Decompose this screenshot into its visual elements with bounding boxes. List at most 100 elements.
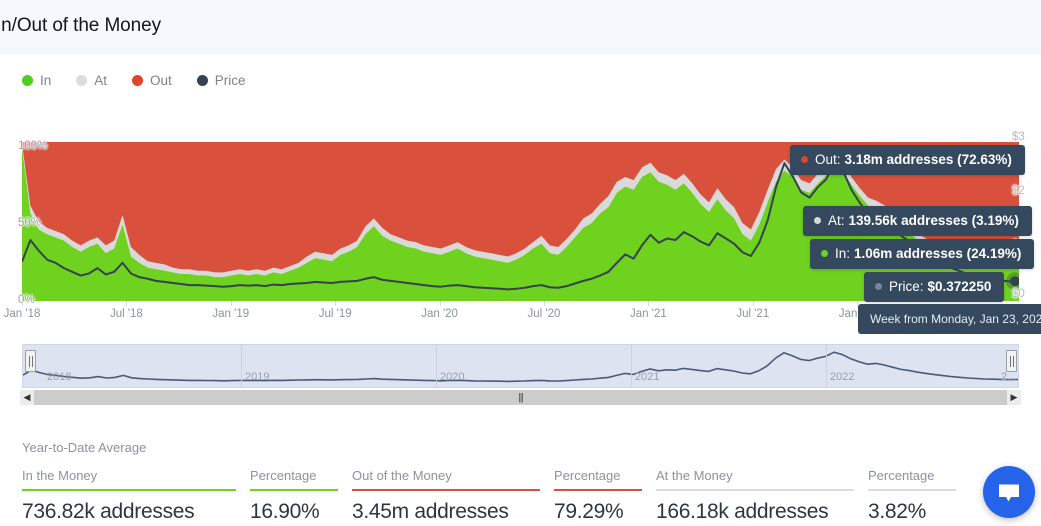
stat-header: At the Money: [656, 468, 733, 483]
stat-column-out-percentage: Percentage 79.29%: [554, 468, 642, 524]
scrollbar-track[interactable]: |||: [34, 390, 1007, 405]
tooltip-out: Out: 3.18m addresses (72.63%): [790, 145, 1025, 175]
x-axis-tick: [22, 301, 23, 306]
x-axis-tick: [335, 301, 337, 306]
x-axis-tick: [752, 301, 754, 306]
x-axis-tick: [543, 301, 545, 306]
legend-item-price[interactable]: Price: [196, 73, 246, 88]
navigator-gridline: [631, 345, 632, 387]
navigator-year-label: 2018: [47, 371, 72, 383]
stats-caption: Year-to-Date Average: [22, 440, 147, 455]
stat-rule: [250, 489, 338, 491]
scrollbar-grip-icon[interactable]: |||: [518, 392, 524, 403]
tooltip-date: Week from Monday, Jan 23, 2023: [858, 304, 1041, 334]
legend-dot-icon: [196, 75, 208, 86]
x-tick-label: Jul '20: [527, 308, 561, 320]
stat-value: 3.82%: [868, 500, 927, 523]
stat-header: Percentage: [250, 468, 317, 483]
x-axis-tick: [230, 301, 232, 306]
y-tick-label: 100%: [18, 140, 48, 152]
chat-widget-button[interactable]: [983, 466, 1035, 518]
legend-dot-icon: [22, 75, 33, 86]
y-tick-label-right: $2: [1012, 185, 1025, 197]
tooltip-dot-icon: [821, 250, 828, 257]
stat-header: Percentage: [868, 468, 935, 483]
y-tick-label: 0%: [18, 294, 35, 306]
navigator-year-label: 2021: [635, 371, 660, 383]
navigator-gridline: [436, 345, 437, 387]
navigator-left-handle[interactable]: [25, 350, 36, 372]
stat-column-in-the-money: In the Money 736.82k addresses: [22, 468, 236, 524]
page-title: In/Out of the Money: [0, 15, 161, 36]
tooltip-price: Price: $0.372250: [864, 272, 1005, 302]
tooltip-value: 139.56k addresses (3.19%): [848, 213, 1019, 228]
chart-legend: In At Out Price: [22, 73, 271, 88]
legend-dot-icon: [132, 75, 144, 86]
x-tick-label: Jul '21: [736, 308, 770, 320]
navigator-year-label: 2020: [440, 371, 465, 383]
navigator-year-label: 2...: [1001, 371, 1017, 383]
stats-grid: In the Money 736.82k addresses Percentag…: [22, 468, 970, 524]
stat-value: 166.18k addresses: [656, 500, 829, 523]
legend-label: Out: [150, 73, 172, 88]
stat-column-at-the-money: At the Money 166.18k addresses: [656, 468, 854, 524]
navigator-sparkline: [23, 351, 1018, 383]
scrollbar-right-arrow-icon[interactable]: ▶: [1007, 390, 1021, 405]
legend-dot-icon: [76, 75, 88, 86]
y-tick-label: 50%: [18, 217, 42, 229]
navigator-year-label: 2019: [245, 371, 270, 383]
stat-column-at-percentage: Percentage 3.82%: [868, 468, 956, 524]
tooltip-dot-icon: [875, 283, 882, 290]
tooltip-in: In: 1.06m addresses (24.19%): [810, 239, 1035, 269]
stat-value: 16.90%: [250, 500, 320, 523]
x-axis-tick: [648, 301, 650, 306]
stat-value: 736.82k addresses: [22, 500, 195, 523]
tooltip-label: At:: [828, 213, 845, 228]
legend-item-at[interactable]: At: [76, 73, 107, 88]
card-header: In/Out of the Money: [0, 0, 1041, 54]
y-tick-label-right: $0: [1012, 288, 1025, 300]
x-tick-label: Jul '18: [109, 308, 143, 320]
stat-column-out-of-the-money: Out of the Money 3.45m addresses: [352, 468, 540, 524]
x-axis-tick: [439, 301, 441, 306]
tooltip-at: At: 139.56k addresses (3.19%): [803, 206, 1032, 236]
scrollbar-left-arrow-icon[interactable]: ◀: [20, 390, 34, 405]
stat-rule: [554, 489, 642, 491]
tooltip-value: $0.372250: [927, 279, 992, 294]
stat-header: Percentage: [554, 468, 621, 483]
navigator-gridline: [826, 345, 827, 387]
tooltip-label: Out:: [815, 152, 841, 167]
legend-label: At: [94, 73, 108, 88]
tooltip-dot-icon: [801, 156, 808, 163]
stat-header: Out of the Money: [352, 468, 452, 483]
tooltip-label: In:: [835, 246, 851, 261]
legend-label: Price: [214, 73, 246, 88]
navigator-year-label: 2022: [830, 371, 855, 383]
legend-item-in[interactable]: In: [22, 73, 51, 88]
tooltip-value: 3.18m addresses (72.63%): [844, 152, 1012, 167]
chart-navigator[interactable]: 2018 2019 2020 2021 2022 2...: [22, 344, 1019, 388]
legend-item-out[interactable]: Out: [132, 73, 172, 88]
x-tick-label: Jan '19: [212, 308, 250, 320]
stat-header: In the Money: [22, 468, 98, 483]
x-tick-label: Jan '21: [630, 308, 667, 320]
tooltip-dot-icon: [814, 217, 821, 224]
legend-label: In: [40, 73, 52, 88]
chat-bubble-icon: [999, 482, 1019, 502]
stat-rule: [656, 489, 854, 491]
navigator-right-handle[interactable]: [1006, 350, 1017, 372]
chart-scrollbar[interactable]: ◀ ||| ▶: [20, 390, 1021, 405]
stat-rule: [352, 489, 540, 491]
tooltip-value: 1.06m addresses (24.19%): [854, 246, 1022, 261]
navigator-price-line: [23, 351, 1018, 383]
stat-value: 79.29%: [554, 500, 624, 523]
x-tick-label: Jan '20: [421, 308, 458, 320]
navigator-gridline: [241, 345, 242, 387]
x-axis-tick: [126, 301, 128, 306]
x-tick-label: Jul '19: [318, 308, 352, 320]
x-tick-label: Jan '18: [3, 308, 41, 320]
stat-value: 3.45m addresses: [352, 500, 509, 523]
stat-column-in-percentage: Percentage 16.90%: [250, 468, 338, 524]
stat-rule: [868, 489, 956, 491]
stat-rule: [22, 489, 236, 491]
